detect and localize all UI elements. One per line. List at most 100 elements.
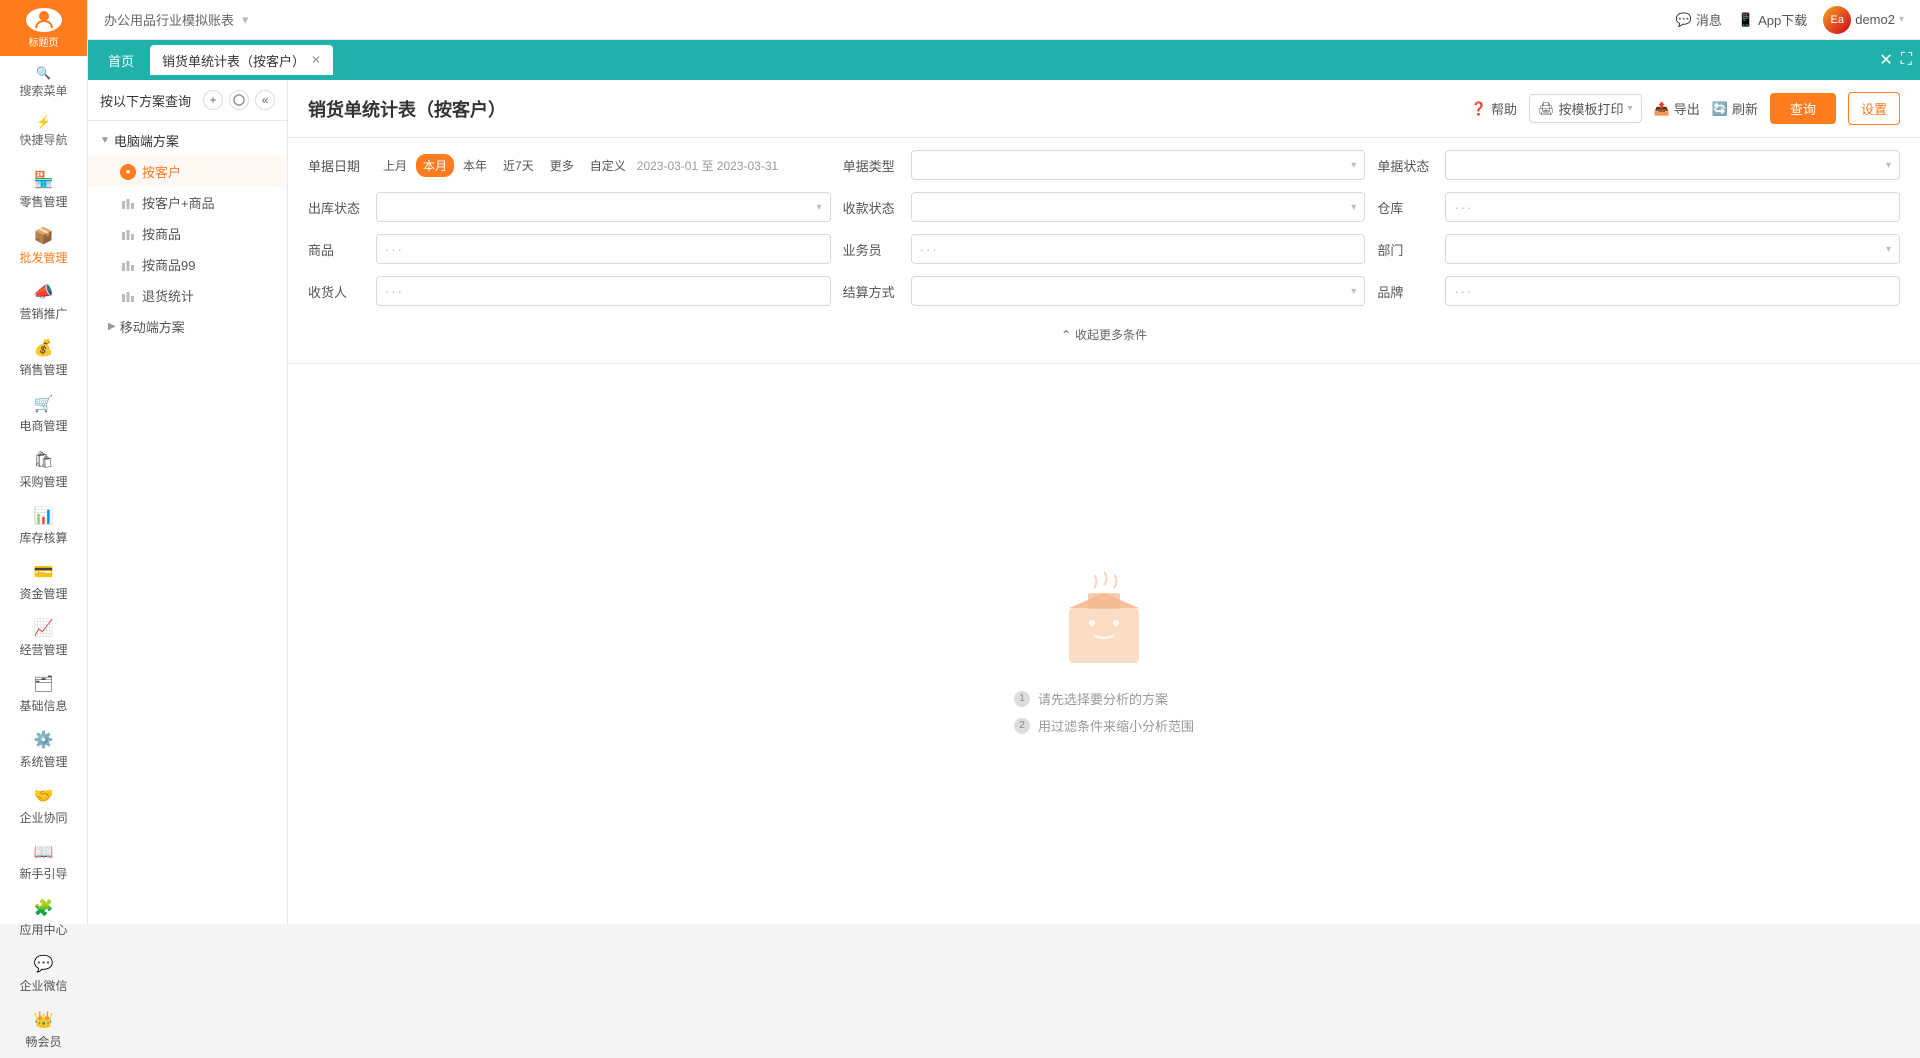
tree-item-by-customer[interactable]: ● 按客户 <box>88 156 287 187</box>
type-select[interactable]: ▾ <box>911 150 1366 180</box>
brand-select[interactable]: ··· <box>1445 276 1900 306</box>
collapse-label: 收起更多条件 <box>1075 326 1147 343</box>
sidebar-item-system[interactable]: ⚙️ 系统管理 <box>0 722 87 778</box>
nav-icon: ⚡ <box>36 115 51 129</box>
salesperson-select[interactable]: ··· <box>911 234 1366 264</box>
out-status-select[interactable]: ▾ <box>376 192 831 222</box>
tree-item-product-99[interactable]: 按商品99 <box>88 249 287 280</box>
warehouse-select[interactable]: ··· <box>1445 192 1900 222</box>
vip-icon: 👑 <box>34 1010 54 1030</box>
refresh-btn[interactable]: 🔄 刷新 <box>1712 99 1758 118</box>
product-label: 商品 <box>308 240 368 259</box>
page-actions: ❓ 帮助 🖨 按模板打印 ▾ 📤 导出 🔄 刷新 <box>1471 92 1900 125</box>
edit-scheme-btn[interactable] <box>229 90 249 110</box>
sidebar-item-marketing[interactable]: 📣 营销推广 <box>0 274 87 330</box>
download-icon: 📱 <box>1738 12 1754 28</box>
print-btn[interactable]: 🖨 按模板打印 ▾ <box>1529 94 1642 123</box>
user-area[interactable]: Ea demo2 ▾ <box>1823 6 1904 34</box>
sidebar-item-wechat[interactable]: 💬 企业微信 <box>0 946 87 1002</box>
page-header: 销货单统计表（按客户） ❓ 帮助 🖨 按模板打印 ▾ 📤 导出 <box>288 80 1920 138</box>
tree-section: ▼ 电脑端方案 ● 按客户 按客户+商品 按商品 <box>88 121 287 346</box>
app-download-btn[interactable]: 📱 App下载 <box>1738 10 1807 29</box>
search-menu-item[interactable]: 🔍 搜索菜单 <box>19 56 67 105</box>
sidebar-item-app-center[interactable]: 🧩 应用中心 <box>0 890 87 946</box>
salesperson-placeholder: ··· <box>920 242 939 257</box>
app-download-label: App下载 <box>1758 10 1807 29</box>
empty-tip-2: 2 用过滤条件来缩小分析范围 <box>1014 716 1194 735</box>
filter-brand-item: 品牌 ··· <box>1377 276 1900 306</box>
add-scheme-btn[interactable]: + <box>203 90 223 110</box>
sidebar-item-management[interactable]: 📈 经营管理 <box>0 610 87 666</box>
sidebar-item-wholesale[interactable]: 📦 批发管理 <box>0 218 87 274</box>
brand-label: 品牌 <box>1377 282 1437 301</box>
receiver-placeholder: ··· <box>385 284 404 299</box>
collect-status-select[interactable]: ▾ <box>911 192 1366 222</box>
date-quick-btns: 上月 本月 本年 近7天 更多 自定义 <box>376 154 633 177</box>
date-btn-last-month[interactable]: 上月 <box>376 154 414 177</box>
left-panel-actions: + « <box>203 90 275 110</box>
collapse-up-icon: ⌃ <box>1061 328 1071 342</box>
sidebar-item-enterprise[interactable]: 🤝 企业协同 <box>0 778 87 834</box>
quick-nav-item[interactable]: ⚡ 快捷导航 <box>19 105 67 154</box>
ecommerce-icon: 🛒 <box>34 394 54 414</box>
breadcrumb-text: 办公用品行业模拟账表 <box>104 10 234 29</box>
tree-item-customer-product[interactable]: 按客户+商品 <box>88 187 287 218</box>
collapse-bar[interactable]: ⌃ 收起更多条件 <box>308 318 1900 351</box>
dept-select[interactable]: ▾ <box>1445 234 1900 264</box>
tree-subgroup-mobile[interactable]: ▶ 移动端方案 <box>88 311 287 342</box>
collect-status-chevron-icon: ▾ <box>1351 202 1356 213</box>
wholesale-icon: 📦 <box>34 226 54 246</box>
out-status-label: 出库状态 <box>308 198 368 217</box>
receiver-select[interactable]: ··· <box>376 276 831 306</box>
sidebar-item-inventory[interactable]: 📊 库存核算 <box>0 498 87 554</box>
sidebar-item-purchase[interactable]: 🛍 采购管理 <box>0 442 87 498</box>
message-btn[interactable]: 💬 消息 <box>1676 10 1722 29</box>
type-label: 单据类型 <box>843 156 903 175</box>
filter-collect-status-item: 收款状态 ▾ <box>843 192 1366 222</box>
tab-home[interactable]: 首页 <box>96 45 146 75</box>
window-close-btn[interactable]: ✕ <box>1879 50 1892 70</box>
wechat-icon: 💬 <box>34 954 54 974</box>
settings-button[interactable]: 设置 <box>1848 92 1900 125</box>
sales-icon: 💰 <box>34 338 54 358</box>
sidebar-item-guide[interactable]: 📖 新手引导 <box>0 834 87 890</box>
window-maximize-btn[interactable]: ⛶ <box>1901 50 1912 70</box>
help-btn[interactable]: ❓ 帮助 <box>1471 99 1517 118</box>
collapse-panel-btn[interactable]: « <box>255 90 275 110</box>
tree-group-desktop[interactable]: ▼ 电脑端方案 <box>88 125 287 156</box>
marketing-icon: 📣 <box>34 282 54 302</box>
inventory-icon: 📊 <box>34 506 54 526</box>
receiver-label: 收货人 <box>308 282 368 301</box>
date-btn-this-month[interactable]: 本月 <box>416 154 454 177</box>
tab-sales-stats[interactable]: 销货单统计表（按客户） ✕ <box>150 45 333 75</box>
brand-placeholder: ··· <box>1454 284 1473 299</box>
sidebar-item-sales[interactable]: 💰 销售管理 <box>0 330 87 386</box>
date-btn-7days[interactable]: 近7天 <box>496 154 541 177</box>
product-select[interactable]: ··· <box>376 234 831 264</box>
sidebar-item-retail[interactable]: 🏪 零售管理 <box>0 162 87 218</box>
sidebar-item-ecommerce[interactable]: 🛒 电商管理 <box>0 386 87 442</box>
empty-tip-1: 1 请先选择要分析的方案 <box>1014 689 1194 708</box>
status-select[interactable]: ▾ <box>1445 150 1900 180</box>
system-icon: ⚙️ <box>34 730 54 750</box>
date-btn-more[interactable]: 更多 <box>543 154 581 177</box>
sidebar-item-vip[interactable]: 👑 畅会员 <box>0 1002 87 1058</box>
filter-row-3: 商品 ··· 业务员 ··· 部门 <box>308 234 1900 264</box>
payment-select[interactable]: ▾ <box>911 276 1366 306</box>
avatar-text: Ea <box>1830 14 1843 26</box>
tree-item-return-stats[interactable]: 退货统计 <box>88 280 287 311</box>
date-btn-custom[interactable]: 自定义 <box>583 154 633 177</box>
tree-item-by-product[interactable]: 按商品 <box>88 218 287 249</box>
query-button[interactable]: 查询 <box>1770 93 1836 124</box>
dept-label: 部门 <box>1377 240 1437 259</box>
sidebar-item-basic-info[interactable]: 🗂 基础信息 <box>0 666 87 722</box>
filter-row-1: 单据日期 上月 本月 本年 近7天 更多 自定义 2023-03-01 至 20… <box>308 150 1900 180</box>
purchase-icon: 🛍 <box>33 450 53 470</box>
logo-area: 标题页 <box>0 0 87 56</box>
filter-status-item: 单据状态 ▾ <box>1377 150 1900 180</box>
export-btn[interactable]: 📤 导出 <box>1654 99 1700 118</box>
sidebar-item-finance[interactable]: 💳 资金管理 <box>0 554 87 610</box>
filter-receiver-item: 收货人 ··· <box>308 276 831 306</box>
date-btn-this-year[interactable]: 本年 <box>456 154 494 177</box>
tab-close-btn[interactable]: ✕ <box>311 53 321 67</box>
